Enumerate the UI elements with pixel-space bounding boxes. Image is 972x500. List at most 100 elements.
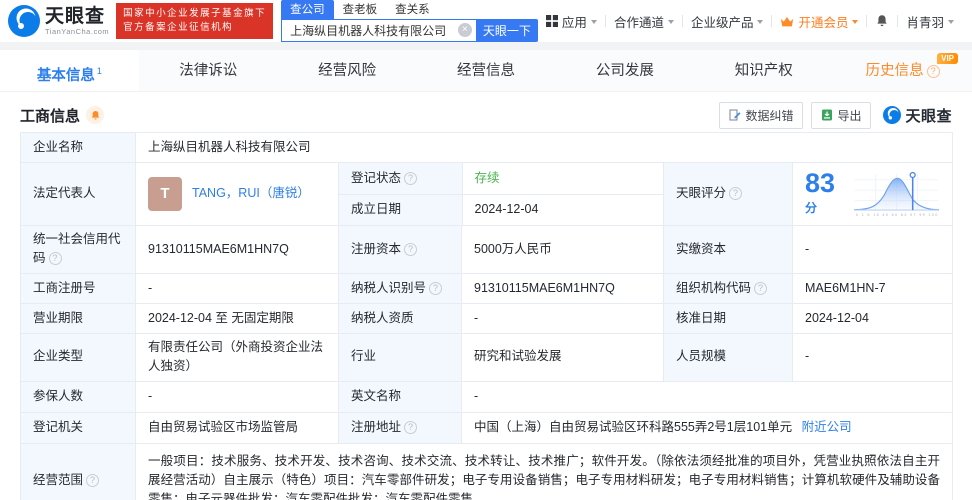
company-detail-tabs: 基本信息1 法律诉讼 经营风险 经营信息 公司发展 知识产权 VIP 历史信息? [0, 50, 972, 92]
nav-partner[interactable]: 合作通道 [606, 12, 682, 31]
certification-badge-line2: 官方备案企业征信机构 [123, 21, 266, 35]
reg-no-value: - [136, 273, 339, 303]
reg-capital-label: 注册资本? [339, 226, 462, 274]
chevron-down-icon [757, 20, 763, 24]
help-icon[interactable]: ? [404, 421, 417, 434]
top-header: 天眼查 TianYanCha.com 国家中小企业发展子基金旗下 官方备案企业征… [0, 0, 972, 42]
legal-rep-label: 法定代表人 [21, 163, 136, 226]
legal-rep-avatar[interactable]: T [148, 177, 182, 211]
biz-scope-value: 一般项目：技术服务、技术开发、技术咨询、技术交流、技术转让、技术推广；软件开发。… [136, 443, 953, 500]
search-tab-company[interactable]: 查公司 [281, 0, 334, 19]
tab-basic-info[interactable]: 基本信息1 [0, 50, 139, 91]
reg-address-label-text: 注册地址 [351, 420, 401, 434]
chevron-down-icon [948, 20, 954, 24]
chevron-down-icon [591, 20, 597, 24]
business-info-header: 工商信息 数据纠错 导出 天眼查 [20, 98, 952, 132]
logo-title: 天眼查 [45, 7, 109, 26]
table-row: 参保人数 - 英文名称 - [21, 381, 953, 412]
reg-authority-label: 登记机关 [21, 412, 136, 443]
credit-code-label: 统一社会信用代码? [21, 226, 136, 274]
company-type-label: 企业类型 [21, 333, 136, 381]
org-code-label-text: 组织机构代码 [676, 281, 751, 295]
reg-address-label: 注册地址? [339, 412, 462, 443]
industry-value: 研究和试验发展 [462, 333, 664, 381]
help-icon[interactable]: ? [729, 187, 742, 200]
english-name-label: 英文名称 [339, 381, 462, 412]
tianyancha-watermark: 天眼查 [883, 105, 952, 126]
search-tab-relation[interactable]: 查关系 [386, 0, 439, 19]
chevron-down-icon [852, 20, 858, 24]
export-button[interactable]: 导出 [811, 102, 871, 129]
tab-ip-label: 知识产权 [735, 63, 793, 79]
reg-capital-label-text: 注册资本 [351, 242, 401, 256]
search-tabs: 查公司 查老板 查关系 [281, 2, 538, 19]
tianyancha-logo[interactable]: 天眼查 TianYanCha.com [8, 5, 109, 37]
reg-status-label-text: 登记状态 [351, 171, 401, 185]
tianyan-score[interactable]: 83分 [805, 167, 940, 221]
help-icon[interactable]: ? [754, 282, 767, 295]
english-name-value: - [462, 381, 953, 412]
tianyancha-logo-icon [883, 106, 901, 124]
help-icon[interactable]: ? [404, 172, 417, 185]
table-row: 登记机关 自由贸易试验区市场监管局 注册地址? 中国（上海）自由贸易试验区环科路… [21, 412, 953, 443]
biz-term-label: 营业期限 [21, 303, 136, 333]
staff-size-value: - [793, 333, 953, 381]
watermark-text: 天眼查 [905, 105, 952, 126]
notifications-button[interactable] [867, 14, 897, 28]
tab-history-info[interactable]: VIP 历史信息? [833, 50, 972, 91]
nav-enterprise[interactable]: 企业级产品 [683, 12, 772, 31]
credit-code-value: 91310115MAE6M1HN7Q [136, 226, 339, 274]
help-icon[interactable]: ? [927, 65, 940, 78]
username: 肖青羽 [906, 12, 944, 31]
score-label-text: 天眼评分 [676, 186, 726, 200]
clear-search-icon[interactable]: × [458, 23, 472, 37]
nav-apps[interactable]: 应用 [538, 12, 605, 31]
nearby-companies-link[interactable]: 附近公司 [802, 420, 852, 434]
legal-rep-link[interactable]: TANG，RUI（唐锐） [192, 184, 310, 203]
main-content: 工商信息 数据纠错 导出 天眼查 [0, 92, 972, 500]
tab-business-risk[interactable]: 经营风险 [278, 50, 417, 91]
tab-operation-info[interactable]: 经营信息 [417, 50, 556, 91]
table-row: 统一社会信用代码? 91310115MAE6M1HN7Q 注册资本? 5000万… [21, 226, 953, 274]
nav-vip-upgrade[interactable]: 开通会员 [772, 12, 866, 31]
header-divider-strip [0, 42, 972, 50]
reg-no-label: 工商注册号 [21, 273, 136, 303]
logo-domain: TianYanCha.com [45, 28, 109, 36]
taxpayer-id-label: 纳税人识别号? [339, 273, 462, 303]
est-date-label: 成立日期 [339, 194, 462, 225]
tianyancha-logo-icon [8, 5, 40, 37]
taxpayer-quality-value: - [462, 303, 664, 333]
search-input[interactable] [281, 19, 476, 42]
staff-size-label: 人员规模 [664, 333, 793, 381]
score-axis-ticks: 0 1 5 15 40 60 83 97 99 100 [856, 213, 937, 217]
help-icon[interactable]: ? [49, 252, 62, 265]
search-block: 查公司 查老板 查关系 × 天眼一下 [281, 2, 538, 42]
nav-partner-label: 合作通道 [614, 12, 664, 31]
est-date-value: 2024-12-04 [462, 194, 663, 225]
help-icon[interactable]: ? [404, 243, 417, 256]
reg-status-label: 登记状态? [339, 163, 462, 194]
search-submit-button[interactable]: 天眼一下 [476, 19, 538, 42]
reg-address-value: 中国（上海）自由贸易试验区环科路555弄2号1层101单元 [474, 420, 792, 434]
help-icon[interactable]: ? [429, 282, 442, 295]
business-info-table: 企业名称 上海纵目机器人科技有限公司 法定代表人 T TANG，RUI（唐锐） … [20, 132, 953, 500]
table-row: 工商注册号 - 纳税人识别号? 91310115MAE6M1HN7Q 组织机构代… [21, 273, 953, 303]
paid-capital-label: 实缴资本 [664, 226, 793, 274]
search-tab-boss[interactable]: 查老板 [334, 0, 387, 19]
tab-intellectual-property[interactable]: 知识产权 [694, 50, 833, 91]
org-code-value: MAE6M1HN-7 [793, 273, 953, 303]
section-title: 工商信息 [20, 105, 80, 126]
data-correction-button[interactable]: 数据纠错 [719, 102, 803, 129]
data-correction-label: 数据纠错 [745, 107, 793, 124]
user-menu[interactable]: 肖青羽 [898, 12, 962, 31]
grid-icon [546, 15, 558, 27]
help-icon[interactable]: ? [86, 474, 99, 487]
approval-date-value: 2024-12-04 [793, 303, 953, 333]
bell-icon [90, 110, 101, 121]
tab-company-development[interactable]: 公司发展 [555, 50, 694, 91]
approval-date-label: 核准日期 [664, 303, 793, 333]
subscribe-bell-badge[interactable] [86, 106, 104, 124]
tab-legal-proceedings[interactable]: 法律诉讼 [139, 50, 278, 91]
company-name-value: 上海纵目机器人科技有限公司 [136, 133, 953, 163]
insured-num-label: 参保人数 [21, 381, 136, 412]
